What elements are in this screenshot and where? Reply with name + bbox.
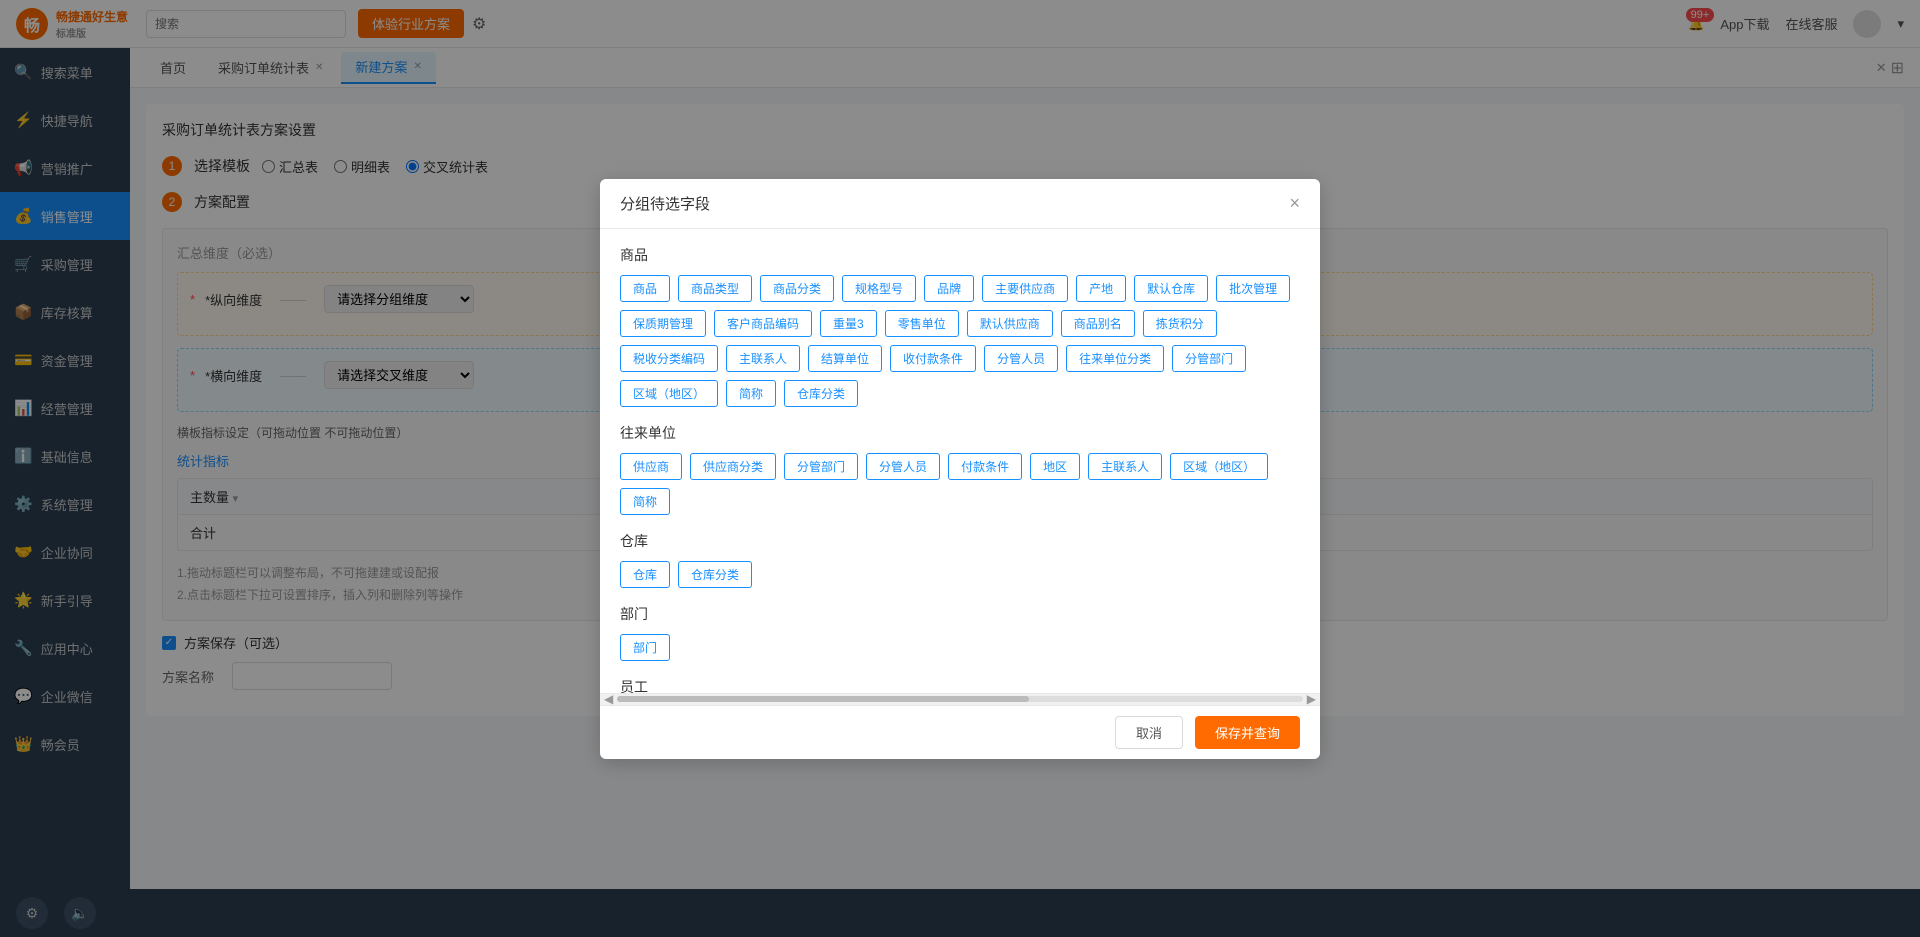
field-tag-1-1[interactable]: 供应商分类 bbox=[690, 453, 776, 480]
field-tag-0-8[interactable]: 批次管理 bbox=[1216, 275, 1290, 302]
field-tag-0-22[interactable]: 分管部门 bbox=[1172, 345, 1246, 372]
field-tag-2-1[interactable]: 仓库分类 bbox=[678, 561, 752, 588]
section-title-2: 仓库 bbox=[620, 531, 1300, 551]
field-tag-3-0[interactable]: 部门 bbox=[620, 634, 670, 661]
field-tag-0-1[interactable]: 商品类型 bbox=[678, 275, 752, 302]
field-tag-0-4[interactable]: 品牌 bbox=[924, 275, 974, 302]
section-title-4: 员工 bbox=[620, 677, 1300, 693]
modal-save-btn[interactable]: 保存并查询 bbox=[1195, 716, 1300, 749]
field-tag-1-7[interactable]: 区域（地区） bbox=[1170, 453, 1268, 480]
field-tag-0-7[interactable]: 默认仓库 bbox=[1134, 275, 1208, 302]
field-tag-0-20[interactable]: 分管人员 bbox=[984, 345, 1058, 372]
modal-body: 商品商品商品类型商品分类规格型号品牌主要供应商产地默认仓库批次管理保质期管理客户… bbox=[600, 229, 1320, 693]
field-tag-0-18[interactable]: 结算单位 bbox=[808, 345, 882, 372]
modal-overlay: 分组待选字段 × 商品商品商品类型商品分类规格型号品牌主要供应商产地默认仓库批次… bbox=[0, 0, 1920, 937]
field-tag-2-0[interactable]: 仓库 bbox=[620, 561, 670, 588]
field-tag-1-3[interactable]: 分管人员 bbox=[866, 453, 940, 480]
modal-hscroll-thumb bbox=[617, 696, 1028, 702]
modal-footer: 取消 保存并查询 bbox=[600, 705, 1320, 759]
modal-hscroll[interactable]: ◀ ▶ bbox=[600, 693, 1320, 705]
modal-close-btn[interactable]: × bbox=[1289, 194, 1300, 212]
field-tag-0-9[interactable]: 保质期管理 bbox=[620, 310, 706, 337]
field-tag-0-2[interactable]: 商品分类 bbox=[760, 275, 834, 302]
field-tag-0-23[interactable]: 区域（地区） bbox=[620, 380, 718, 407]
modal-hscroll-bar bbox=[617, 696, 1303, 702]
section-fields-0: 商品商品类型商品分类规格型号品牌主要供应商产地默认仓库批次管理保质期管理客户商品… bbox=[620, 275, 1300, 407]
section-fields-1: 供应商供应商分类分管部门分管人员付款条件地区主联系人区域（地区） 简称 bbox=[620, 453, 1300, 515]
field-select-modal: 分组待选字段 × 商品商品商品类型商品分类规格型号品牌主要供应商产地默认仓库批次… bbox=[600, 179, 1320, 759]
section-title-1: 往来单位 bbox=[620, 423, 1300, 443]
field-tag-1-8[interactable]: 简称 bbox=[620, 488, 670, 515]
field-tag-0-10[interactable]: 客户商品编码 bbox=[714, 310, 812, 337]
field-tag-0-16[interactable]: 税收分类编码 bbox=[620, 345, 718, 372]
field-tag-0-11[interactable]: 重量3 bbox=[820, 310, 877, 337]
modal-header: 分组待选字段 × bbox=[600, 179, 1320, 229]
modal-cancel-btn[interactable]: 取消 bbox=[1115, 716, 1183, 749]
section-fields-3: 部门 bbox=[620, 634, 1300, 661]
field-tag-0-3[interactable]: 规格型号 bbox=[842, 275, 916, 302]
field-tag-0-0[interactable]: 商品 bbox=[620, 275, 670, 302]
field-tag-0-21[interactable]: 往来单位分类 bbox=[1066, 345, 1164, 372]
section-title-3: 部门 bbox=[620, 604, 1300, 624]
modal-title: 分组待选字段 bbox=[620, 193, 710, 214]
section-fields-2: 仓库仓库分类 bbox=[620, 561, 1300, 588]
field-tag-1-0[interactable]: 供应商 bbox=[620, 453, 682, 480]
field-tag-0-25[interactable]: 仓库分类 bbox=[784, 380, 858, 407]
field-tag-1-2[interactable]: 分管部门 bbox=[784, 453, 858, 480]
field-tag-0-13[interactable]: 默认供应商 bbox=[967, 310, 1053, 337]
field-tag-0-24[interactable]: 简称 bbox=[726, 380, 776, 407]
field-tag-0-15[interactable]: 拣货积分 bbox=[1143, 310, 1217, 337]
section-title-0: 商品 bbox=[620, 245, 1300, 265]
field-tag-0-14[interactable]: 商品别名 bbox=[1061, 310, 1135, 337]
field-tag-0-19[interactable]: 收付款条件 bbox=[890, 345, 976, 372]
field-tag-1-4[interactable]: 付款条件 bbox=[948, 453, 1022, 480]
field-tag-0-5[interactable]: 主要供应商 bbox=[982, 275, 1068, 302]
field-tag-0-17[interactable]: 主联系人 bbox=[726, 345, 800, 372]
field-tag-1-6[interactable]: 主联系人 bbox=[1088, 453, 1162, 480]
field-tag-0-6[interactable]: 产地 bbox=[1076, 275, 1126, 302]
field-tag-1-5[interactable]: 地区 bbox=[1030, 453, 1080, 480]
field-tag-0-12[interactable]: 零售单位 bbox=[885, 310, 959, 337]
